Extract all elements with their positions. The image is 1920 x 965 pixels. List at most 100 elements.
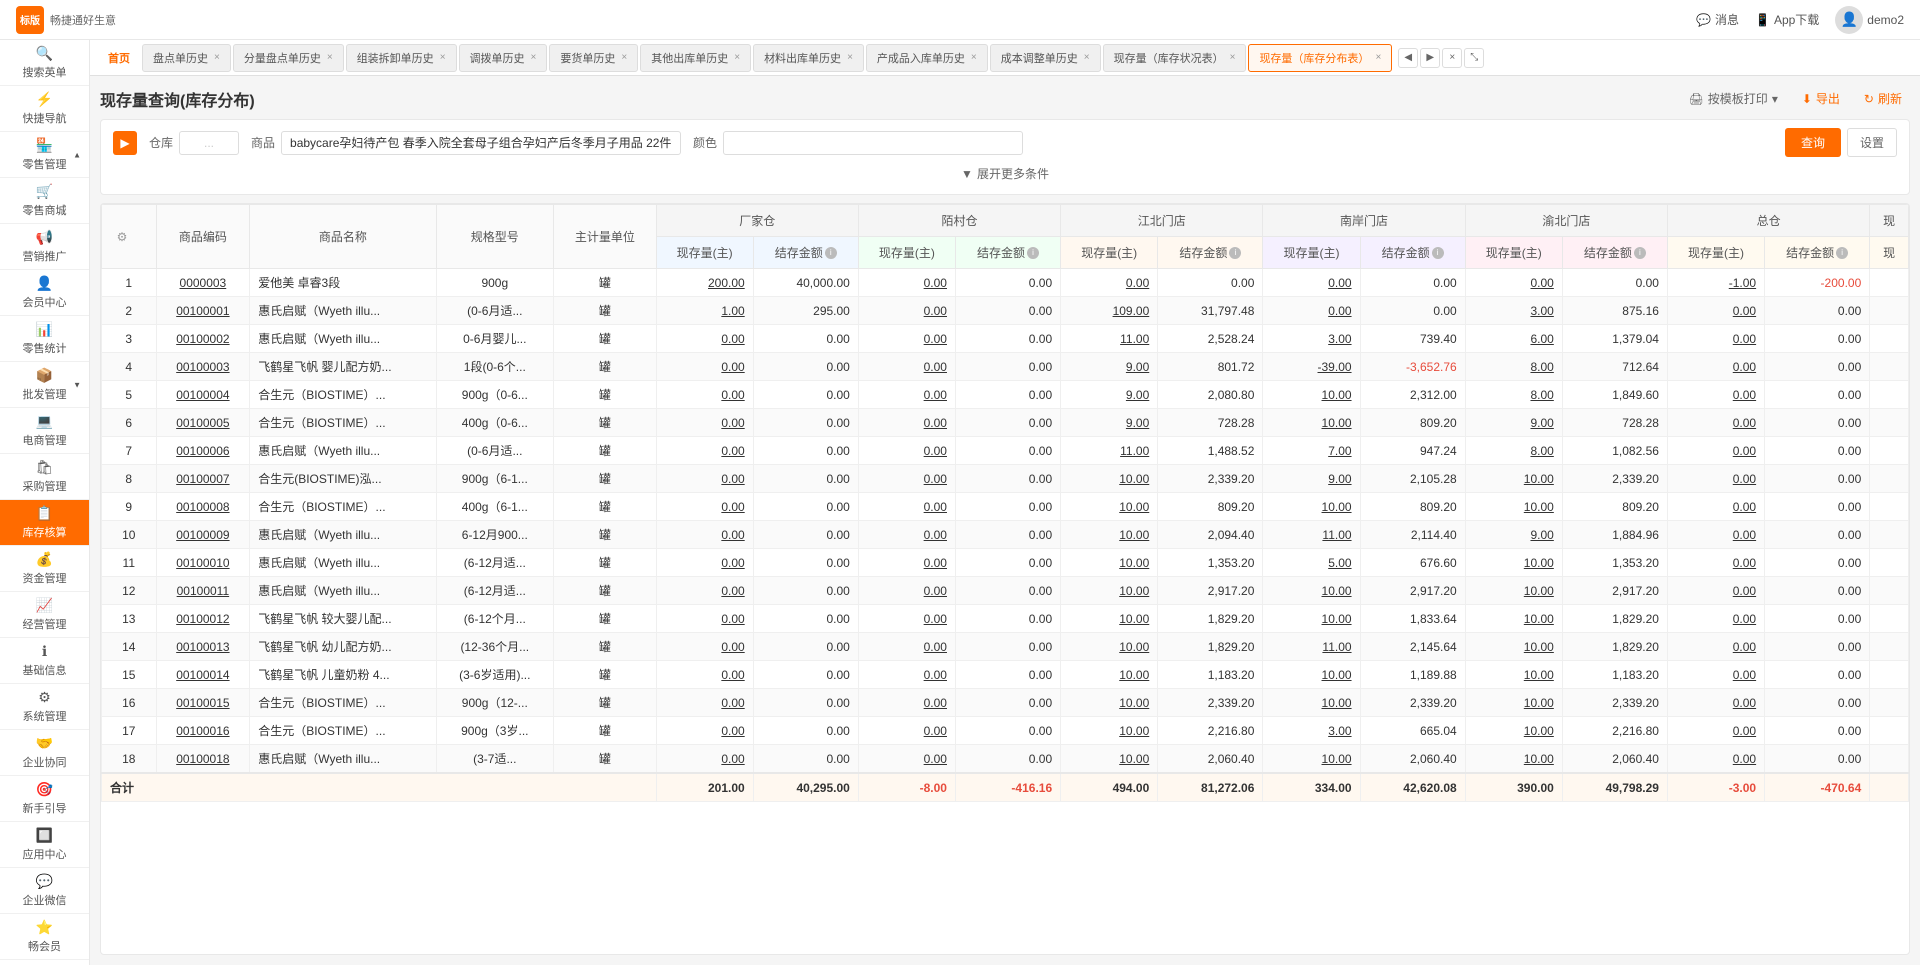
row-total-qty[interactable]: 0.00 — [1667, 521, 1764, 549]
row-factory-qty[interactable]: 0.00 — [656, 381, 753, 409]
row-jiangbei-qty[interactable]: 109.00 — [1061, 297, 1158, 325]
tab-home[interactable]: 首页 — [98, 44, 140, 72]
row-code[interactable]: 0000003 — [156, 269, 250, 297]
row-yubeimen-qty[interactable]: 8.00 — [1465, 381, 1562, 409]
row-nanan-qty[interactable]: 10.00 — [1263, 605, 1360, 633]
tab-request[interactable]: 要货单历史 × — [549, 44, 638, 72]
row-jiangbei-qty[interactable]: 9.00 — [1061, 409, 1158, 437]
sidebar-item-wechat[interactable]: 💬 企业微信 — [0, 868, 89, 914]
row-total-qty[interactable]: 0.00 — [1667, 325, 1764, 353]
row-factory-qty[interactable]: 0.00 — [656, 717, 753, 745]
row-total-qty[interactable]: 0.00 — [1667, 633, 1764, 661]
row-nanan-qty[interactable]: 0.00 — [1263, 297, 1360, 325]
row-yubeimen-qty[interactable]: 10.00 — [1465, 605, 1562, 633]
print-btn[interactable]: 🖨 按模板打印 ▾ — [1681, 86, 1786, 111]
row-nanan-qty[interactable]: 11.00 — [1263, 521, 1360, 549]
row-factory-qty[interactable]: 0.00 — [656, 661, 753, 689]
row-total-qty[interactable]: 0.00 — [1667, 381, 1764, 409]
tab-split-count[interactable]: 分量盘点单历史 × — [233, 44, 344, 72]
row-jiangbei-qty[interactable]: 11.00 — [1061, 325, 1158, 353]
row-jiangbei-qty[interactable]: 9.00 — [1061, 381, 1158, 409]
row-nanan-qty[interactable]: 10.00 — [1263, 689, 1360, 717]
row-nanan-qty[interactable]: 9.00 — [1263, 465, 1360, 493]
jiangbei-amt-info[interactable]: i — [1229, 247, 1241, 259]
row-factory-qty[interactable]: 0.00 — [656, 493, 753, 521]
row-nanan-qty[interactable]: 11.00 — [1263, 633, 1360, 661]
sidebar-item-finance[interactable]: 💰 资金管理 — [0, 546, 89, 592]
row-shanjia-qty[interactable]: 0.00 — [858, 521, 955, 549]
row-nanan-qty[interactable]: 10.00 — [1263, 745, 1360, 774]
sidebar-item-retail-mall[interactable]: 🛒 零售商城 — [0, 178, 89, 224]
row-jiangbei-qty[interactable]: 10.00 — [1061, 577, 1158, 605]
sidebar-item-guide[interactable]: 🎯 新手引导 — [0, 776, 89, 822]
row-factory-qty[interactable]: 0.00 — [656, 325, 753, 353]
sidebar-item-ecommerce[interactable]: 💻 电商管理 — [0, 408, 89, 454]
row-nanan-qty[interactable]: 10.00 — [1263, 381, 1360, 409]
tab-prev-btn[interactable]: ◀ — [1398, 48, 1418, 68]
row-shanjia-qty[interactable]: 0.00 — [858, 269, 955, 297]
row-code[interactable]: 00100002 — [156, 325, 250, 353]
factory-amt-info[interactable]: i — [825, 247, 837, 259]
row-factory-qty[interactable]: 0.00 — [656, 577, 753, 605]
tab-close-5[interactable]: × — [621, 52, 627, 63]
row-factory-qty[interactable]: 0.00 — [656, 465, 753, 493]
row-shanjia-qty[interactable]: 0.00 — [858, 633, 955, 661]
row-factory-qty[interactable]: 0.00 — [656, 689, 753, 717]
row-total-qty[interactable]: 0.00 — [1667, 549, 1764, 577]
color-input[interactable] — [723, 131, 1023, 155]
row-nanan-qty[interactable]: 10.00 — [1263, 577, 1360, 605]
row-nanan-qty[interactable]: 3.00 — [1263, 717, 1360, 745]
row-nanan-qty[interactable]: -39.00 — [1263, 353, 1360, 381]
row-total-qty[interactable]: 0.00 — [1667, 605, 1764, 633]
row-total-qty[interactable]: 0.00 — [1667, 353, 1764, 381]
row-jiangbei-qty[interactable]: 0.00 — [1061, 269, 1158, 297]
row-jiangbei-qty[interactable]: 10.00 — [1061, 745, 1158, 774]
row-yubeimen-qty[interactable]: 0.00 — [1465, 269, 1562, 297]
tab-product-in[interactable]: 产成品入库单历史 × — [866, 44, 988, 72]
tab-transfer[interactable]: 调拨单历史 × — [459, 44, 548, 72]
row-jiangbei-qty[interactable]: 10.00 — [1061, 493, 1158, 521]
row-jiangbei-qty[interactable]: 11.00 — [1061, 437, 1158, 465]
row-yubeimen-qty[interactable]: 9.00 — [1465, 521, 1562, 549]
tab-close-3[interactable]: × — [440, 52, 446, 63]
row-yubeimen-qty[interactable]: 3.00 — [1465, 297, 1562, 325]
row-factory-qty[interactable]: 200.00 — [656, 269, 753, 297]
tab-material-out[interactable]: 材料出库单历史 × — [753, 44, 864, 72]
sidebar-item-search[interactable]: 🔍 搜索英单 — [0, 40, 89, 86]
row-code[interactable]: 00100018 — [156, 745, 250, 774]
row-nanan-qty[interactable]: 5.00 — [1263, 549, 1360, 577]
sidebar-item-member[interactable]: 👤 会员中心 — [0, 270, 89, 316]
row-jiangbei-qty[interactable]: 10.00 — [1061, 633, 1158, 661]
row-yubeimen-qty[interactable]: 10.00 — [1465, 689, 1562, 717]
row-nanan-qty[interactable]: 0.00 — [1263, 269, 1360, 297]
table-container[interactable]: ⚙ 商品编码 商品名称 规格型号 主计量单位 厂家仓 陌村仓 江北门店 南岸门店… — [100, 203, 1910, 955]
row-factory-qty[interactable]: 0.00 — [656, 549, 753, 577]
tab-close-2[interactable]: × — [327, 52, 333, 63]
sidebar-item-nav[interactable]: ⚡ 快捷导航 — [0, 86, 89, 132]
row-code[interactable]: 00100008 — [156, 493, 250, 521]
row-shanjia-qty[interactable]: 0.00 — [858, 325, 955, 353]
row-jiangbei-qty[interactable]: 10.00 — [1061, 605, 1158, 633]
row-code[interactable]: 00100006 — [156, 437, 250, 465]
row-total-qty[interactable]: 0.00 — [1667, 689, 1764, 717]
row-code[interactable]: 00100005 — [156, 409, 250, 437]
row-code[interactable]: 00100014 — [156, 661, 250, 689]
row-nanan-qty[interactable]: 7.00 — [1263, 437, 1360, 465]
refresh-btn[interactable]: ↻ 刷新 — [1856, 86, 1910, 111]
warehouse-input[interactable] — [179, 131, 239, 155]
message-btn[interactable]: 💬 消息 — [1696, 11, 1739, 28]
row-yubeimen-qty[interactable]: 10.00 — [1465, 717, 1562, 745]
row-yubeimen-qty[interactable]: 6.00 — [1465, 325, 1562, 353]
row-jiangbei-qty[interactable]: 9.00 — [1061, 353, 1158, 381]
row-shanjia-qty[interactable]: 0.00 — [858, 577, 955, 605]
row-total-qty[interactable]: 0.00 — [1667, 717, 1764, 745]
sidebar-item-collab[interactable]: 🤝 企业协同 — [0, 730, 89, 776]
tab-inventory-count[interactable]: 盘点单历史 × — [142, 44, 231, 72]
sidebar-item-app-center[interactable]: 🔲 应用中心 — [0, 822, 89, 868]
query-button[interactable]: 查询 — [1785, 128, 1841, 157]
sidebar-item-inventory[interactable]: 📋 库存核算 — [0, 500, 89, 546]
row-yubeimen-qty[interactable]: 10.00 — [1465, 661, 1562, 689]
row-factory-qty[interactable]: 0.00 — [656, 521, 753, 549]
row-factory-qty[interactable]: 0.00 — [656, 633, 753, 661]
row-shanjia-qty[interactable]: 0.00 — [858, 381, 955, 409]
